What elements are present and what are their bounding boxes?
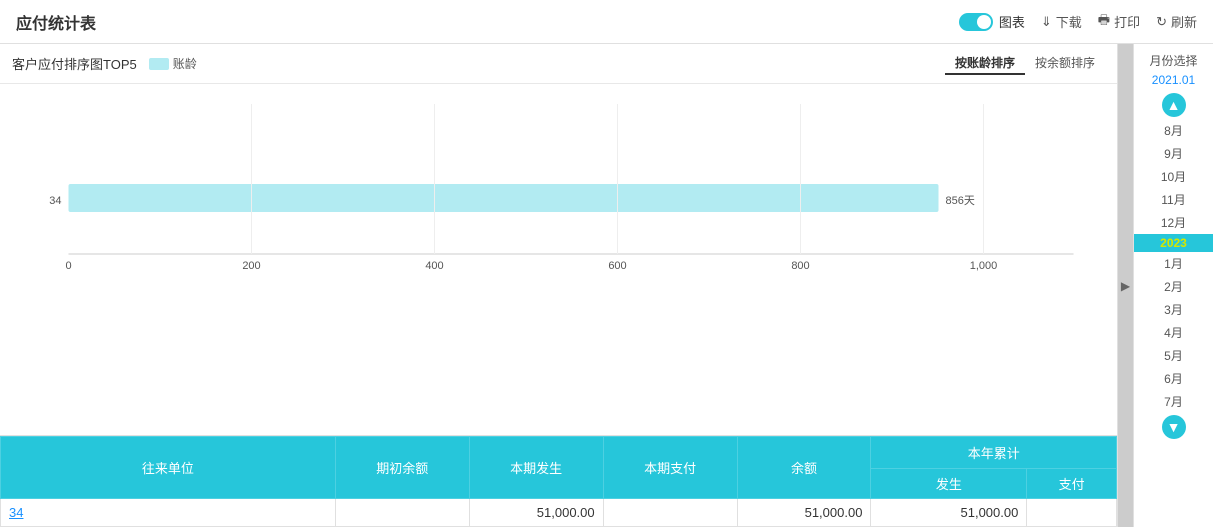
- sidebar-months: 8月 9月 10月 11月 12月 2023 1月 2月 3月 4月 5月 6月…: [1134, 119, 1213, 413]
- table-row: 34 51,000.00 51,000.00 51,000.00: [1, 499, 1117, 527]
- month-item-6[interactable]: 6月: [1134, 367, 1213, 390]
- cell-opening: [335, 499, 469, 527]
- svg-text:200: 200: [242, 260, 260, 272]
- col-unit: 往来单位: [1, 437, 336, 499]
- col-opening: 期初余额: [335, 437, 469, 499]
- download-label: 下载: [1056, 12, 1082, 31]
- legend-item: 账龄: [149, 55, 197, 72]
- col-ytd: 本年累计: [871, 437, 1117, 469]
- sidebar-title: 月份选择: [1149, 48, 1197, 71]
- refresh-label: 刷新: [1171, 12, 1197, 31]
- svg-text:856天: 856天: [946, 195, 975, 207]
- month-item-5[interactable]: 5月: [1134, 344, 1213, 367]
- svg-text:1,000: 1,000: [970, 260, 998, 272]
- header-actions: 图表 ⇓ 下载 🖶 打印 ↻ 刷新: [959, 11, 1197, 33]
- sort-by-age-button[interactable]: 按账龄排序: [945, 52, 1025, 75]
- expand-arrow[interactable]: ▶: [1117, 44, 1133, 527]
- page-container: 应付统计表 图表 ⇓ 下载 🖶 打印 ↻ 刷新: [0, 0, 1213, 527]
- cell-unit[interactable]: 34: [1, 499, 336, 527]
- year-label-2023: 2023: [1134, 234, 1213, 252]
- svg-text:800: 800: [791, 260, 809, 272]
- chart-legend: 客户应付排序图TOP5 账龄: [12, 54, 197, 73]
- chart-header: 客户应付排序图TOP5 账龄 按账龄排序 按余额排序: [0, 44, 1117, 84]
- month-item-10[interactable]: 10月: [1134, 165, 1213, 188]
- print-icon: 🖶: [1098, 11, 1110, 33]
- month-item-1[interactable]: 1月: [1134, 252, 1213, 275]
- cell-ytd-occur: 51,000.00: [871, 499, 1027, 527]
- sidebar-down-button[interactable]: ▼: [1162, 415, 1186, 439]
- month-item-11[interactable]: 11月: [1134, 188, 1213, 211]
- cell-current-occur: 51,000.00: [469, 499, 603, 527]
- chart-section: 客户应付排序图TOP5 账龄 按账龄排序 按余额排序 34: [0, 44, 1117, 527]
- header: 应付统计表 图表 ⇓ 下载 🖶 打印 ↻ 刷新: [0, 0, 1213, 44]
- download-button[interactable]: ⇓ 下载: [1041, 12, 1082, 31]
- svg-text:400: 400: [425, 260, 443, 272]
- chart-toggle[interactable]: [959, 13, 993, 31]
- chart-toggle-wrapper: 图表: [959, 12, 1025, 31]
- data-table: 往来单位 期初余额 本期发生 本期支付 余额 本年累计 发生 支付: [0, 436, 1117, 527]
- month-item-2[interactable]: 2月: [1134, 275, 1213, 298]
- right-sidebar: 月份选择 2021.01 ▲ 8月 9月 10月 11月 12月 2023 1月…: [1133, 44, 1213, 527]
- bar-chart: 34 856天 0 200 400 600 800 1,000: [12, 94, 1105, 294]
- cell-balance: 51,000.00: [737, 499, 871, 527]
- month-item-4[interactable]: 4月: [1134, 321, 1213, 344]
- chart-toggle-label: 图表: [999, 12, 1025, 31]
- month-item-12[interactable]: 12月: [1134, 211, 1213, 234]
- svg-text:34: 34: [49, 195, 61, 207]
- sidebar-date: 2021.01: [1152, 71, 1195, 91]
- col-balance: 余额: [737, 437, 871, 499]
- cell-ytd-pay: [1027, 499, 1117, 527]
- refresh-button[interactable]: ↻ 刷新: [1156, 12, 1197, 31]
- sidebar-up-button[interactable]: ▲: [1162, 93, 1186, 117]
- month-item-3[interactable]: 3月: [1134, 298, 1213, 321]
- svg-text:0: 0: [65, 260, 71, 272]
- col-ytd-pay: 支付: [1027, 469, 1117, 499]
- legend-color-box: [149, 58, 169, 70]
- download-icon: ⇓: [1041, 14, 1052, 30]
- chart-area: 34 856天 0 200 400 600 800 1,000: [0, 84, 1117, 435]
- month-item-7[interactable]: 7月: [1134, 390, 1213, 413]
- chart-bar: [69, 184, 939, 212]
- sort-by-balance-button[interactable]: 按余额排序: [1025, 52, 1105, 75]
- legend-text: 客户应付排序图TOP5: [12, 54, 137, 73]
- cell-current-pay: [603, 499, 737, 527]
- print-label: 打印: [1114, 12, 1140, 31]
- refresh-icon: ↻: [1156, 14, 1167, 30]
- legend-color-label: 账龄: [173, 55, 197, 72]
- main-content: 客户应付排序图TOP5 账龄 按账龄排序 按余额排序 34: [0, 44, 1213, 527]
- table-header-row-1: 往来单位 期初余额 本期发生 本期支付 余额 本年累计: [1, 437, 1117, 469]
- table-wrapper: 往来单位 期初余额 本期发生 本期支付 余额 本年累计 发生 支付: [0, 436, 1117, 527]
- svg-text:600: 600: [608, 260, 626, 272]
- chart-sort-buttons: 按账龄排序 按余额排序: [945, 52, 1105, 75]
- table-section: 往来单位 期初余额 本期发生 本期支付 余额 本年累计 发生 支付: [0, 435, 1117, 527]
- col-ytd-occur: 发生: [871, 469, 1027, 499]
- page-title: 应付统计表: [16, 10, 96, 34]
- month-item-9[interactable]: 9月: [1134, 142, 1213, 165]
- col-current-pay: 本期支付: [603, 437, 737, 499]
- print-button[interactable]: 🖶 打印: [1098, 11, 1140, 33]
- col-current-occur: 本期发生: [469, 437, 603, 499]
- month-item-8[interactable]: 8月: [1134, 119, 1213, 142]
